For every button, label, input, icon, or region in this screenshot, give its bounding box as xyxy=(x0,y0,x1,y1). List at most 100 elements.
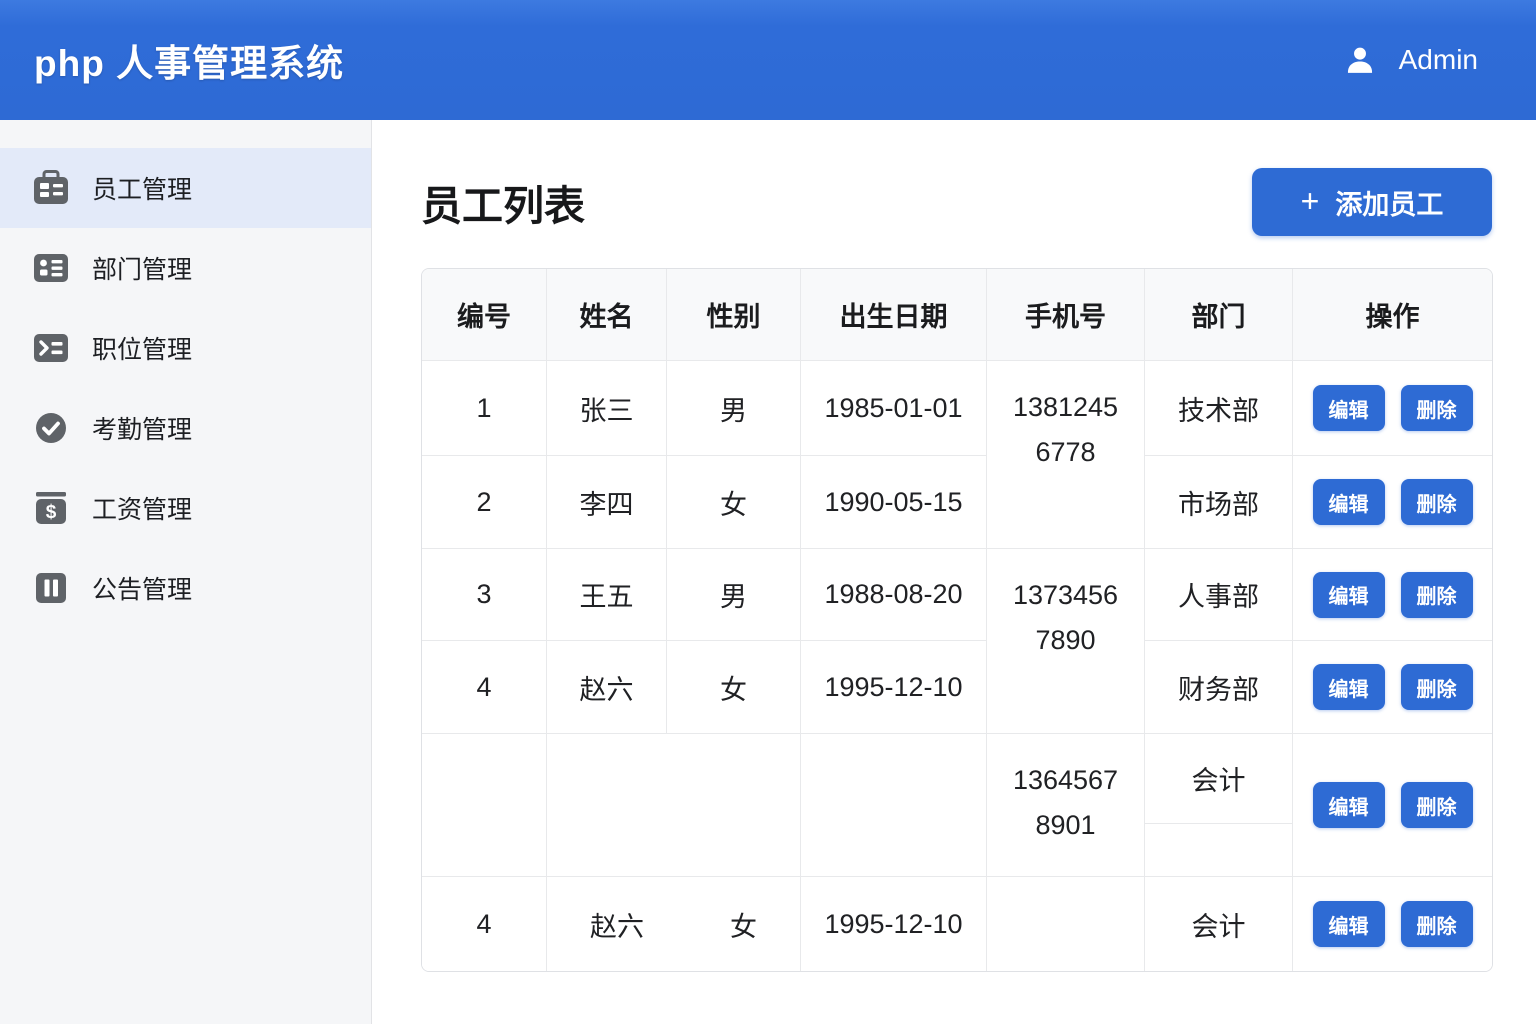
column-header-phone: 手机号 xyxy=(987,269,1145,361)
edit-button[interactable]: 编辑 xyxy=(1312,664,1385,710)
cell-name-gender-empty xyxy=(547,734,801,877)
cell-id: 3 xyxy=(422,549,547,641)
plus-icon: + xyxy=(1300,182,1320,219)
cell-name: 李四 xyxy=(547,456,667,549)
phone-line: 7890 xyxy=(1035,625,1096,655)
sidebar-menu: 员工管理 部门管理 职位管理 考勤管理 $ 工资管理 公告管理 xyxy=(0,120,371,628)
user-menu[interactable]: Admin xyxy=(1341,0,1478,120)
cell-birthdate: 1990-05-15 xyxy=(801,456,987,549)
cell-actions: 编辑 删除 xyxy=(1293,456,1492,549)
cell-gender: 男 xyxy=(667,549,801,641)
app-header: php 人事管理系统 Admin xyxy=(0,0,1536,120)
edit-button[interactable]: 编辑 xyxy=(1312,479,1385,525)
svg-text:$: $ xyxy=(46,502,57,523)
cell-department: 技术部 xyxy=(1145,361,1293,456)
cell-id: 4 xyxy=(422,641,547,734)
column-header-birthdate: 出生日期 xyxy=(801,269,987,361)
delete-button[interactable]: 删除 xyxy=(1400,571,1473,618)
cell-gender: 女 xyxy=(667,641,801,734)
cell-actions: 编辑 删除 xyxy=(1293,641,1492,734)
department-empty-subcell xyxy=(1145,824,1292,876)
app-title: php 人事管理系统 xyxy=(34,43,345,84)
sidebar-item-label: 工资管理 xyxy=(92,496,193,524)
cell-id: 2 xyxy=(422,456,547,549)
hr-management-app: php 人事管理系统 Admin 员工管理 部门管理 职位管理 考勤管理 $ 工… xyxy=(0,0,1536,1024)
cell-name: 赵六 xyxy=(590,911,644,942)
phone-line: 1381245 xyxy=(1012,392,1119,422)
cell-name: 张三 xyxy=(547,361,667,456)
employee-table: 编号 姓名 性别 出生日期 手机号 部门 操作 1 张三 男 1985-01-0… xyxy=(421,268,1493,972)
delete-button[interactable]: 删除 xyxy=(1400,385,1473,431)
cell-gender: 女 xyxy=(667,456,801,549)
sidebar-item-announcements[interactable]: 公告管理 xyxy=(0,548,371,628)
cell-phone xyxy=(987,877,1145,971)
sidebar-item-label: 部门管理 xyxy=(92,256,193,284)
cell-id: 4 xyxy=(422,877,547,971)
sidebar-item-salary[interactable]: $ 工资管理 xyxy=(0,468,371,548)
edit-button[interactable]: 编辑 xyxy=(1312,571,1385,618)
delete-button[interactable]: 删除 xyxy=(1400,479,1473,525)
cell-birthdate: 1988-08-20 xyxy=(801,549,987,641)
cell-birthdate xyxy=(801,734,987,877)
cell-birthdate: 1995-12-10 xyxy=(801,641,987,734)
page-title: 员工列表 xyxy=(421,183,585,229)
cell-phone: 1364567 8901 xyxy=(987,734,1145,877)
sidebar-item-attendance[interactable]: 考勤管理 xyxy=(0,388,371,468)
cell-actions: 编辑 删除 xyxy=(1293,549,1492,641)
edit-button[interactable]: 编辑 xyxy=(1312,782,1385,828)
column-header-name: 姓名 xyxy=(547,269,667,361)
user-icon xyxy=(1341,41,1379,79)
phone-line: 8901 xyxy=(1035,810,1096,840)
sidebar-item-label: 职位管理 xyxy=(92,336,193,364)
cell-department: 人事部 xyxy=(1145,549,1293,641)
add-employee-label: 添加员工 xyxy=(1335,189,1444,220)
check-circle-icon xyxy=(32,409,70,447)
main-content: 员工列表 + 添加员工 编号 姓名 性别 出生日期 手机号 部门 操作 1 张三… xyxy=(373,120,1536,1024)
cell-birthdate: 1985-01-01 xyxy=(801,361,987,456)
cell-phone: 1373456 7890 xyxy=(987,549,1145,734)
phone-line: 1364567 xyxy=(1012,765,1119,795)
salary-dollar-icon: $ xyxy=(32,489,70,527)
position-list-icon xyxy=(32,329,70,367)
cell-department: 财务部 xyxy=(1145,641,1293,734)
sidebar-item-employees[interactable]: 员工管理 xyxy=(0,148,371,228)
announcement-icon xyxy=(32,569,70,607)
column-header-actions: 操作 xyxy=(1293,269,1492,361)
phone-line: 6778 xyxy=(1035,437,1096,467)
delete-button[interactable]: 删除 xyxy=(1400,901,1473,947)
department-label: 会计 xyxy=(1145,734,1292,824)
cell-phone: 1381245 6778 xyxy=(987,361,1145,549)
sidebar: 员工管理 部门管理 职位管理 考勤管理 $ 工资管理 公告管理 xyxy=(0,120,372,1024)
column-header-department: 部门 xyxy=(1145,269,1293,361)
cell-department: 市场部 xyxy=(1145,456,1293,549)
add-employee-button[interactable]: + 添加员工 xyxy=(1252,168,1492,236)
cell-gender: 男 xyxy=(667,361,801,456)
sidebar-item-label: 公告管理 xyxy=(92,576,193,604)
sidebar-item-positions[interactable]: 职位管理 xyxy=(0,308,371,388)
sidebar-item-departments[interactable]: 部门管理 xyxy=(0,228,371,308)
cell-id: 1 xyxy=(422,361,547,456)
user-name: Admin xyxy=(1398,44,1478,75)
cell-actions: 编辑 删除 xyxy=(1293,877,1492,971)
cell-name: 赵六 xyxy=(547,641,667,734)
sidebar-item-label: 考勤管理 xyxy=(92,416,193,444)
cell-name: 王五 xyxy=(547,549,667,641)
edit-button[interactable]: 编辑 xyxy=(1312,901,1385,947)
column-header-gender: 性别 xyxy=(667,269,801,361)
cell-id xyxy=(422,734,547,877)
edit-button[interactable]: 编辑 xyxy=(1312,385,1385,431)
cell-birthdate: 1995-12-10 xyxy=(801,877,987,971)
department-list-icon xyxy=(32,249,70,287)
id-badge-icon xyxy=(32,169,70,207)
cell-gender: 女 xyxy=(730,911,757,942)
delete-button[interactable]: 删除 xyxy=(1400,664,1473,710)
sidebar-item-label: 员工管理 xyxy=(92,176,193,204)
cell-department: 会计 xyxy=(1145,877,1293,971)
column-header-id: 编号 xyxy=(422,269,547,361)
delete-button[interactable]: 删除 xyxy=(1400,782,1473,828)
cell-actions: 编辑 删除 xyxy=(1293,734,1492,877)
cell-name-gender: 赵六 女 xyxy=(547,877,801,971)
phone-line: 1373456 xyxy=(1012,580,1119,610)
cell-department: 会计 xyxy=(1145,734,1293,877)
cell-actions: 编辑 删除 xyxy=(1293,361,1492,456)
